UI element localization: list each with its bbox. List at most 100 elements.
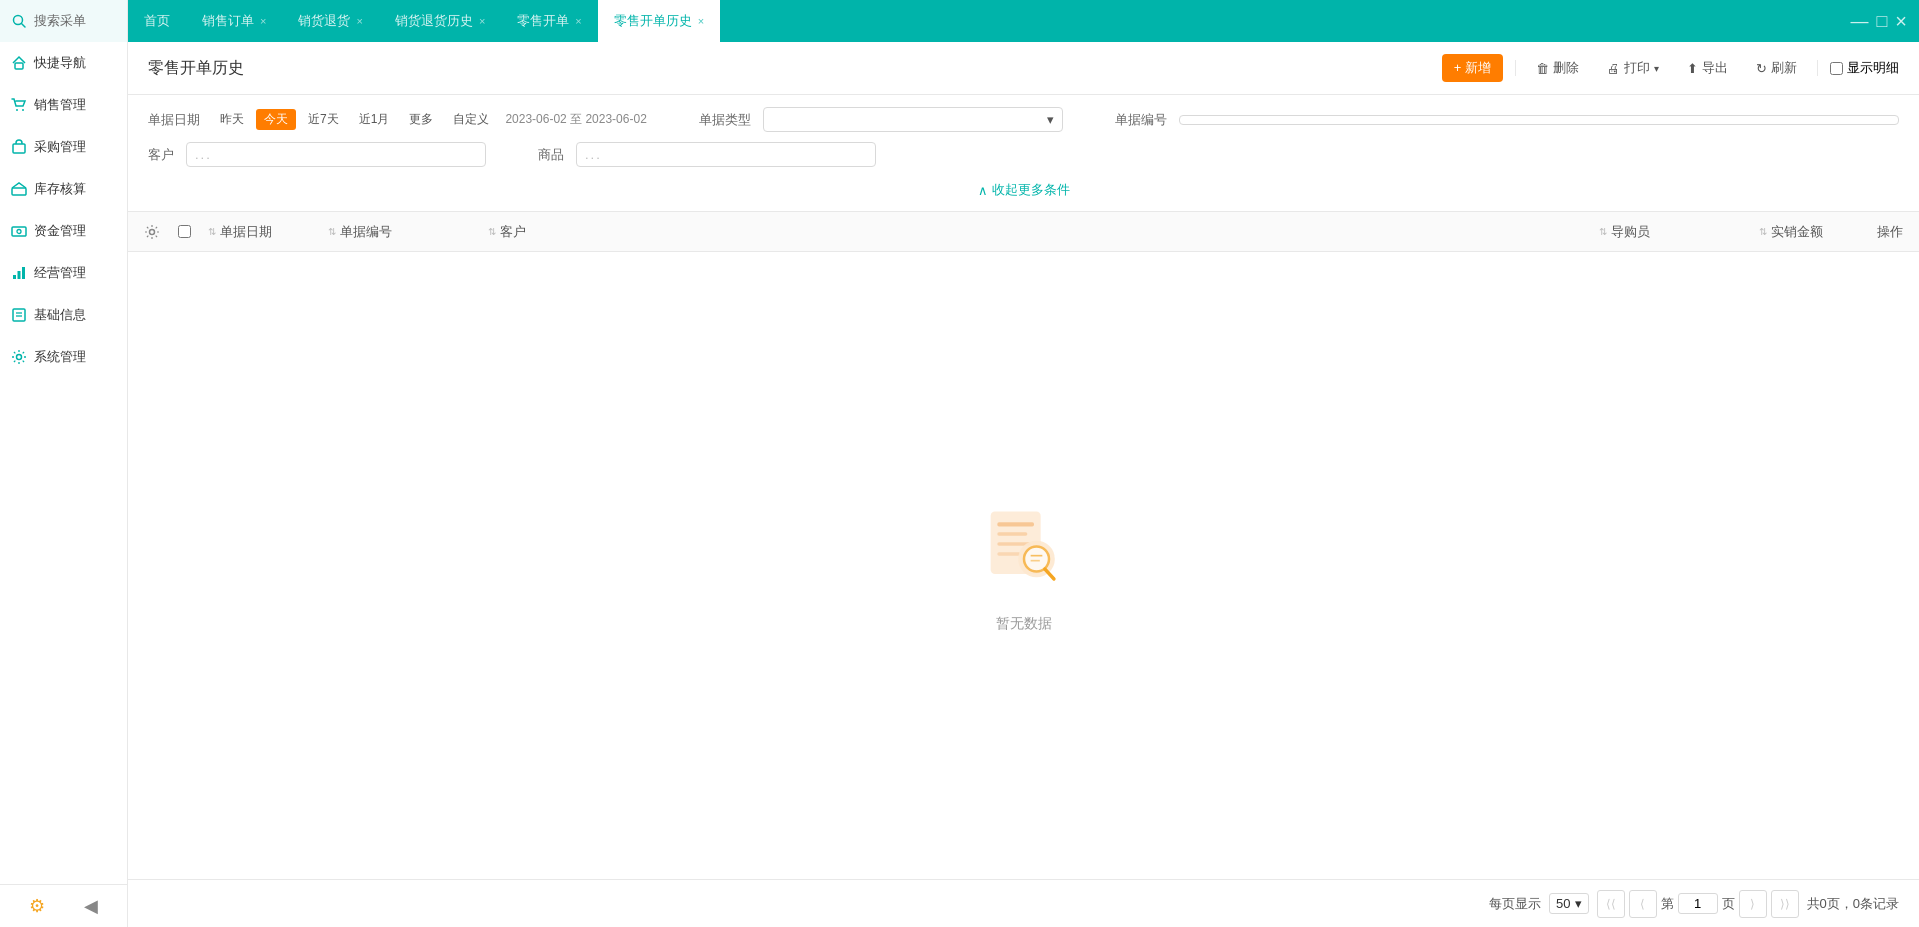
refresh-icon: ↻	[1756, 61, 1767, 76]
collapse-label: 收起更多条件	[992, 181, 1070, 199]
doc-no-input[interactable]	[1179, 115, 1899, 125]
page-word: 第	[1661, 895, 1674, 913]
table-area: ⇅ 单据日期 ⇅ 单据编号 ⇅ 客户 ⇅ 导购员 ⇅ 实销金额	[128, 212, 1919, 879]
tab-sales-return-close[interactable]: ×	[356, 15, 362, 27]
th-guide-sort[interactable]: ⇅	[1599, 226, 1607, 237]
sidebar-item-purchase[interactable]: 采购管理	[0, 126, 127, 168]
th-amount: ⇅ 实销金额	[1711, 223, 1831, 241]
th-customer-sort[interactable]: ⇅	[488, 226, 496, 237]
svg-line-1	[22, 24, 26, 28]
empty-state: 暂无数据	[128, 252, 1919, 879]
sidebar-item-inventory[interactable]: 库存核算	[0, 168, 127, 210]
customer-input[interactable]: ...	[186, 142, 486, 167]
th-amount-sort[interactable]: ⇅	[1759, 226, 1767, 237]
svg-rect-7	[12, 227, 26, 236]
tab-sales-order-close[interactable]: ×	[260, 15, 266, 27]
date-btn-7days[interactable]: 近7天	[300, 109, 347, 130]
last-page-btn[interactable]: ⟩⟩	[1771, 890, 1799, 918]
tab-sales-order-label: 销售订单	[202, 12, 254, 30]
select-all-input[interactable]	[178, 225, 191, 238]
sidebar-label-system: 系统管理	[34, 348, 86, 366]
add-label: + 新增	[1454, 59, 1491, 77]
sidebar-label-inventory: 库存核算	[34, 180, 86, 198]
gear-bottom-icon[interactable]: ⚙	[29, 895, 45, 917]
filter-area: 单据日期 昨天 今天 近7天 近1月 更多 自定义 2023-06-02 至 2…	[128, 95, 1919, 212]
date-btn-more[interactable]: 更多	[401, 109, 441, 130]
toolbar: + 新增 🗑 删除 🖨 打印 ▾ ⬆ 导出 ↻ 刷新	[1442, 54, 1899, 82]
page-number-input[interactable]	[1678, 893, 1718, 914]
tab-retail-open-label: 零售开单	[517, 12, 569, 30]
tab-retail-open[interactable]: 零售开单 ×	[501, 0, 597, 42]
date-btn-yesterday[interactable]: 昨天	[212, 109, 252, 130]
th-amount-label: 实销金额	[1771, 223, 1823, 241]
page-size-select[interactable]: 50 ▾	[1549, 893, 1588, 914]
filter-row-1: 单据日期 昨天 今天 近7天 近1月 更多 自定义 2023-06-02 至 2…	[148, 107, 1899, 132]
tab-sales-order[interactable]: 销售订单 ×	[186, 0, 282, 42]
minimize-btn[interactable]: —	[1850, 11, 1868, 32]
customer-placeholder: ...	[195, 147, 212, 162]
print-button[interactable]: 🖨 打印 ▾	[1599, 55, 1667, 81]
prev-page-btn[interactable]: ⟨	[1629, 890, 1657, 918]
collapse-button[interactable]: ∧ 收起更多条件	[978, 181, 1070, 199]
refresh-button[interactable]: ↻ 刷新	[1748, 55, 1805, 81]
collapse-icon: ∧	[978, 183, 988, 198]
svg-rect-19	[997, 532, 1027, 535]
th-date-label: 单据日期	[220, 223, 272, 241]
page-nav: ⟨⟨ ⟨ 第 页 ⟩ ⟩⟩	[1597, 890, 1799, 918]
sidebar: 搜索采单 快捷导航 销售管理 采购管理 库存核算 资金管理 经营管理	[0, 0, 128, 927]
toolbar-divider-1	[1515, 60, 1516, 76]
tab-retail-open-history-label: 零售开单历史	[614, 12, 692, 30]
svg-rect-11	[22, 267, 25, 279]
sidebar-item-basic-info[interactable]: 基础信息	[0, 294, 127, 336]
delete-icon: 🗑	[1536, 61, 1549, 76]
next-page-btn[interactable]: ⟩	[1739, 890, 1767, 918]
date-btn-custom[interactable]: 自定义	[445, 109, 497, 130]
collapse-sidebar-icon[interactable]: ◀	[84, 895, 98, 917]
goods-input[interactable]: ...	[576, 142, 876, 167]
tab-home[interactable]: 首页	[128, 0, 186, 42]
sidebar-search[interactable]: 搜索采单	[0, 0, 127, 42]
delete-label: 删除	[1553, 59, 1579, 77]
list-icon	[10, 306, 28, 324]
sidebar-label-purchase: 采购管理	[34, 138, 86, 156]
doc-no-label: 单据编号	[1115, 111, 1167, 129]
tab-sales-return[interactable]: 销货退货 ×	[282, 0, 378, 42]
sidebar-label-operations: 经营管理	[34, 264, 86, 282]
close-btn[interactable]: ×	[1895, 10, 1907, 33]
tab-sales-return-history-close[interactable]: ×	[479, 15, 485, 27]
sidebar-item-operations[interactable]: 经营管理	[0, 252, 127, 294]
doc-type-select[interactable]: ▾	[763, 107, 1063, 132]
th-guide-label: 导购员	[1611, 223, 1650, 241]
sidebar-label-finance: 资金管理	[34, 222, 86, 240]
th-date: ⇅ 单据日期	[200, 223, 320, 241]
th-order-label: 单据编号	[340, 223, 392, 241]
print-dropdown-icon: ▾	[1654, 63, 1659, 74]
maximize-btn[interactable]: □	[1876, 11, 1887, 32]
display-detail-label: 显示明细	[1847, 59, 1899, 77]
tab-retail-open-history-close[interactable]: ×	[698, 15, 704, 27]
delete-button[interactable]: 🗑 删除	[1528, 55, 1587, 81]
tab-retail-open-close[interactable]: ×	[575, 15, 581, 27]
date-options: 昨天 今天 近7天 近1月 更多 自定义 2023-06-02 至 2023-0…	[212, 109, 647, 130]
table-settings-btn[interactable]	[136, 224, 168, 240]
display-detail-checkbox[interactable]	[1830, 62, 1843, 75]
tab-sales-return-history[interactable]: 销货退货历史 ×	[379, 0, 501, 42]
refresh-label: 刷新	[1771, 59, 1797, 77]
sidebar-item-sales[interactable]: 销售管理	[0, 84, 127, 126]
export-button[interactable]: ⬆ 导出	[1679, 55, 1736, 81]
date-range-display: 2023-06-02 至 2023-06-02	[505, 111, 646, 128]
date-btn-1month[interactable]: 近1月	[351, 109, 398, 130]
display-detail-toggle[interactable]: 显示明细	[1830, 59, 1899, 77]
sidebar-item-system[interactable]: 系统管理	[0, 336, 127, 378]
chart-icon	[10, 264, 28, 282]
th-order-sort[interactable]: ⇅	[328, 226, 336, 237]
sidebar-item-finance[interactable]: 资金管理	[0, 210, 127, 252]
sidebar-item-quick-nav[interactable]: 快捷导航	[0, 42, 127, 84]
select-all-checkbox[interactable]	[168, 225, 200, 238]
date-btn-today[interactable]: 今天	[256, 109, 296, 130]
doc-type-label: 单据类型	[699, 111, 751, 129]
th-date-sort[interactable]: ⇅	[208, 226, 216, 237]
add-button[interactable]: + 新增	[1442, 54, 1503, 82]
tab-retail-open-history[interactable]: 零售开单历史 ×	[598, 0, 720, 42]
first-page-btn[interactable]: ⟨⟨	[1597, 890, 1625, 918]
